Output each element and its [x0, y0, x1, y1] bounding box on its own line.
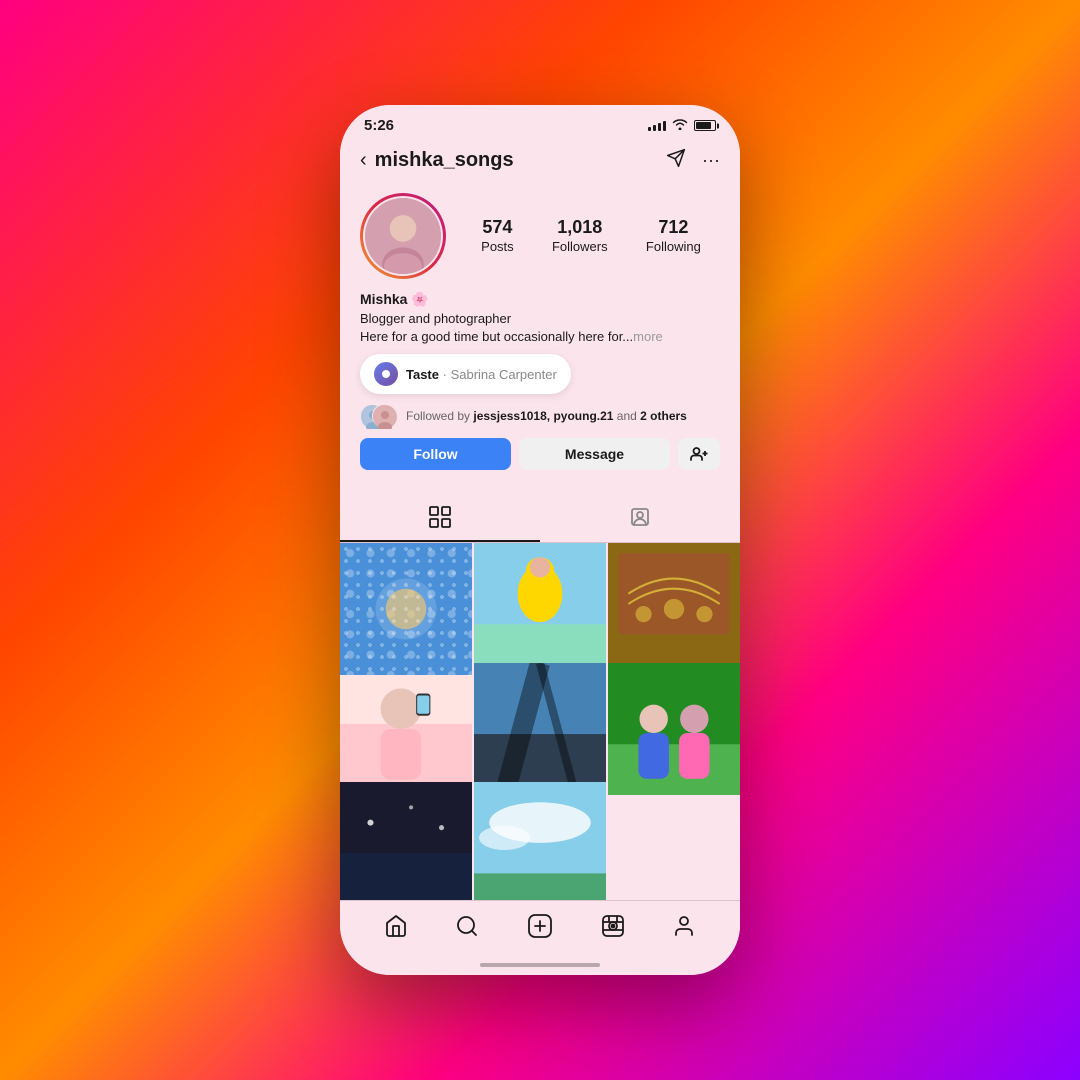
signal-icon — [648, 121, 666, 131]
grid-item-5[interactable] — [474, 663, 606, 795]
add-person-button[interactable] — [678, 438, 720, 470]
follower-avatar-2 — [372, 404, 396, 428]
profile-header: ‹ mishka_songs ··· — [340, 140, 740, 185]
followers-label: Followers — [552, 239, 608, 254]
followers-stat[interactable]: 1,018 Followers — [552, 217, 608, 256]
grid-item-6[interactable] — [608, 663, 740, 795]
nav-search[interactable] — [455, 914, 479, 938]
avatar — [365, 198, 441, 274]
followed-by-section: Followed by jessjess1018, pyoung.21 and … — [360, 404, 720, 428]
nav-add[interactable] — [527, 913, 553, 939]
back-button[interactable]: ‹ — [360, 149, 367, 172]
action-buttons: Follow Message — [360, 438, 720, 470]
grid-item-4[interactable] — [340, 663, 472, 795]
profile-username-title: mishka_songs — [375, 149, 514, 172]
music-song: Taste · Sabrina Carpenter — [406, 367, 557, 382]
follower-avatar-group — [360, 404, 390, 428]
nav-reels[interactable] — [601, 914, 625, 938]
grid-item-2[interactable] — [474, 543, 606, 675]
follow-button[interactable]: Follow — [360, 438, 511, 470]
status-time: 5:26 — [364, 117, 394, 134]
nav-profile[interactable] — [672, 914, 696, 938]
music-pill[interactable]: Taste · Sabrina Carpenter — [360, 354, 571, 394]
photo-grid — [340, 543, 740, 900]
bio-more-link[interactable]: more — [633, 329, 663, 344]
tab-tagged[interactable] — [540, 494, 740, 542]
followed-by-text: Followed by jessjess1018, pyoung.21 and … — [406, 409, 687, 423]
grid-item-3[interactable] — [608, 543, 740, 675]
followed-by-names[interactable]: jessjess1018, pyoung.21 — [473, 409, 613, 423]
wifi-icon — [672, 118, 688, 133]
profile-section: 574 Posts 1,018 Followers 712 Following … — [340, 185, 740, 494]
send-icon[interactable] — [666, 148, 686, 173]
following-label: Following — [646, 239, 701, 254]
bottom-navigation — [340, 900, 740, 955]
grid-item-8[interactable] — [474, 782, 606, 900]
bio-line2: Here for a good time but occasionally he… — [360, 328, 720, 346]
profile-display-name: Mishka 🌸 — [360, 291, 720, 308]
phone-mockup: 5:26 — [340, 105, 740, 975]
posts-label: Posts — [481, 239, 514, 254]
profile-stats-row: 574 Posts 1,018 Followers 712 Following — [360, 193, 720, 279]
bio-section: Mishka 🌸 Blogger and photographer Here f… — [360, 291, 720, 346]
followed-by-others[interactable]: 2 others — [640, 409, 687, 423]
more-options-icon[interactable]: ··· — [702, 150, 720, 171]
nav-home[interactable] — [384, 914, 408, 938]
content-tabs — [340, 494, 740, 543]
status-icons — [648, 118, 716, 133]
phone-screen: 5:26 — [340, 105, 740, 975]
battery-icon — [694, 120, 716, 131]
bio-line1: Blogger and photographer — [360, 310, 720, 328]
grid-item-7[interactable] — [340, 782, 472, 900]
posts-count: 574 — [481, 217, 514, 238]
stats-container: 574 Posts 1,018 Followers 712 Following — [462, 217, 720, 256]
status-bar: 5:26 — [340, 105, 740, 140]
posts-stat[interactable]: 574 Posts — [481, 217, 514, 256]
following-count: 712 — [646, 217, 701, 238]
avatar-container[interactable] — [360, 193, 446, 279]
followers-count: 1,018 — [552, 217, 608, 238]
following-stat[interactable]: 712 Following — [646, 217, 701, 256]
music-icon — [374, 362, 398, 386]
music-artist: · Sabrina Carpenter — [439, 367, 557, 382]
message-button[interactable]: Message — [519, 438, 670, 470]
home-indicator — [340, 955, 740, 975]
tab-grid[interactable] — [340, 494, 540, 542]
grid-item-1[interactable] — [340, 543, 472, 675]
